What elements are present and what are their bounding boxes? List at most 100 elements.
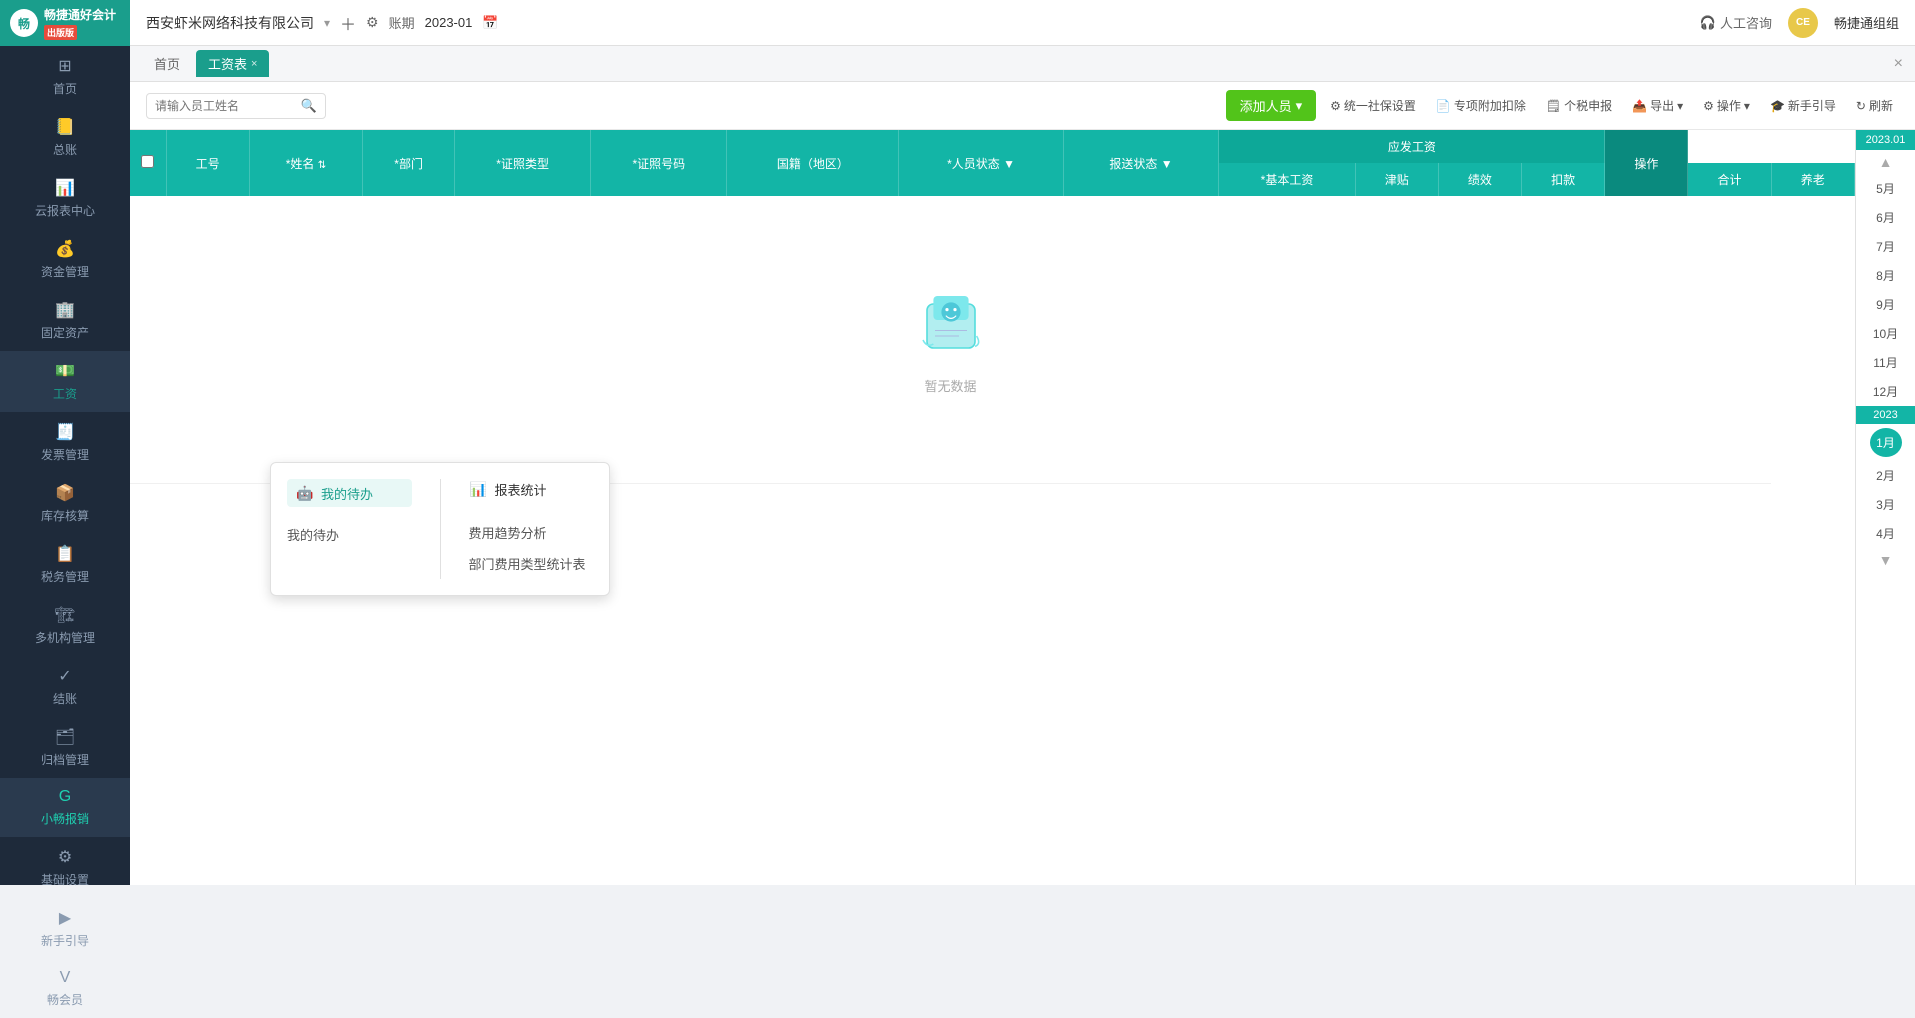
operations-chevron: ▾ [1744,99,1750,113]
sidebar-item-salary[interactable]: 💵 工资 [0,351,130,412]
cal-month-11[interactable]: 11月 [1856,348,1915,377]
multi-icon: 🏗 [55,605,75,625]
add-company-icon[interactable]: ＋ [340,11,356,35]
sidebar-item-assets[interactable]: 🏢 固定资产 [0,290,130,351]
social-security-button[interactable]: ⚙ 统一社保设置 [1324,93,1422,118]
th-base-salary: *基本工资 [1219,163,1355,196]
sidebar-item-tax[interactable]: 📋 税务管理 [0,534,130,595]
popup-item-todo[interactable]: 我的待办 [287,519,412,550]
tax-return-button[interactable]: 🗒 个税申报 [1540,93,1618,118]
th-allowance: 津贴 [1355,163,1438,196]
sidebar-item-archive[interactable]: 🗂 归档管理 [0,717,130,778]
refresh-button[interactable]: ↻ 刷新 [1850,93,1899,118]
sidebar-item-closing[interactable]: ✓ 结账 [0,656,130,717]
salary-label: 工资 [53,385,77,402]
headset-icon: 🎧 [1700,15,1716,31]
main-content: 西安虾米网络科技有限公司 ▾ ＋ ⚙ 账期 2023-01 📅 🎧 人工咨询 C… [130,0,1915,885]
cal-prev-icon[interactable]: ▲ [1856,150,1915,174]
sidebar-item-home[interactable]: ⊞ 首页 [0,46,130,107]
sidebar-item-invoice[interactable]: 🧾 发票管理 [0,412,130,473]
sidebar-item-member[interactable]: V 畅会员 [0,959,130,1018]
reports-icon: 📊 [55,178,75,198]
cal-month-5[interactable]: 5月 [1856,174,1915,203]
cal-month-3[interactable]: 3月 [1856,490,1915,519]
multi-label: 多机构管理 [35,629,95,646]
popup-item-dept-cost[interactable]: 部门费用类型统计表 [469,548,594,579]
th-report-status[interactable]: 报送状态 ▼ [1063,130,1219,196]
company-name: 西安虾米网络科技有限公司 [146,13,314,33]
cal-month-10[interactable]: 10月 [1856,319,1915,348]
archive-label: 归档管理 [41,751,89,768]
cal-month-6[interactable]: 6月 [1856,203,1915,232]
popup-item-cost-trend[interactable]: 费用趋势分析 [469,517,594,548]
refresh-icon: ↻ [1856,99,1866,113]
th-name[interactable]: *姓名 ⇅ [249,130,363,196]
sidebar-item-funds[interactable]: 💰 资金管理 [0,229,130,290]
popup-overlay: 🤖 我的待办 我的待办 📊 报表统计 费用趋势分析 部门费用类型统计表 [270,462,610,596]
th-id-type: *证照类型 [455,130,591,196]
popup-todo-title[interactable]: 🤖 我的待办 [287,479,412,507]
sidebar-item-ledger[interactable]: 📒 总账 [0,107,130,168]
cal-month-2[interactable]: 2月 [1856,461,1915,490]
cal-month-8[interactable]: 8月 [1856,261,1915,290]
support-label: 人工咨询 [1720,13,1772,32]
search-input[interactable] [155,99,295,113]
add-person-button[interactable]: 添加人员 ▾ [1226,90,1317,121]
company-dropdown-icon[interactable]: ▾ [324,16,330,30]
social-security-icon: ⚙ [1330,99,1341,113]
xiaochang-label: 小畅报销 [41,810,89,827]
cal-month-1[interactable]: 1月 [1870,428,1902,457]
add-person-chevron: ▾ [1296,98,1303,114]
th-id-number: *证照号码 [591,130,727,196]
tab-home-label: 首页 [154,54,180,73]
tab-close-icon[interactable]: × [251,58,257,70]
app-logo: 畅 畅捷通好会计 出版版 [0,0,130,46]
th-status[interactable]: *人员状态 ▼ [899,130,1063,196]
assets-icon: 🏢 [55,300,75,320]
tabbar: 首页 工资表 × × [130,46,1915,82]
th-nationality: 国籍（地区） [727,130,899,196]
ledger-label: 总账 [53,141,77,158]
export-chevron: ▾ [1677,99,1683,113]
cal-next-icon[interactable]: ▼ [1856,548,1915,572]
cal-month-12[interactable]: 12月 [1856,377,1915,406]
inventory-icon: 📦 [55,483,75,503]
popup-reports-title[interactable]: 📊 报表统计 [469,479,594,505]
funds-icon: 💰 [55,239,75,259]
operations-label: 操作 [1717,97,1741,114]
assets-label: 固定资产 [41,324,89,341]
topbar: 西安虾米网络科技有限公司 ▾ ＋ ⚙ 账期 2023-01 📅 🎧 人工咨询 C… [130,0,1915,46]
sidebar-item-basic[interactable]: ⚙ 基础设置 [0,837,130,898]
tab-salary-table[interactable]: 工资表 × [196,50,269,77]
settings-icon[interactable]: ⚙ [366,14,379,31]
special-deduct-button[interactable]: 📄 专项附加扣除 [1430,93,1532,118]
reports-label: 云报表中心 [35,202,95,219]
close-tab-icon[interactable]: × [1894,55,1903,73]
cal-year-badge: 2023 [1856,406,1915,424]
popup-section-reports: 📊 报表统计 费用趋势分析 部门费用类型统计表 [469,479,594,579]
export-button[interactable]: 📤 导出 ▾ [1626,93,1689,118]
xiaochang-icon: G [59,788,71,806]
sidebar: 畅 畅捷通好会计 出版版 ⊞ 首页 📒 总账 📊 云报表中心 💰 资金管理 🏢 … [0,0,130,885]
select-all-checkbox[interactable] [141,155,154,168]
search-box[interactable]: 🔍 [146,93,326,119]
cal-month-4[interactable]: 4月 [1856,519,1915,548]
calendar-icon[interactable]: 📅 [482,15,498,31]
home-icon: ⊞ [58,56,71,76]
toolbar: 🔍 添加人员 ▾ ⚙ 统一社保设置 📄 专项附加扣除 🗒 个税申报 [130,82,1915,130]
sidebar-item-guide[interactable]: ▶ 新手引导 [0,898,130,959]
cal-month-9[interactable]: 9月 [1856,290,1915,319]
cal-month-7[interactable]: 7月 [1856,232,1915,261]
operations-icon: ⚙ [1703,99,1714,113]
guide-button[interactable]: 🎓 新手引导 [1764,93,1842,118]
checkbox-header[interactable] [130,130,166,196]
sidebar-item-xiaochang[interactable]: G 小畅报销 [0,778,130,837]
home-label: 首页 [53,80,77,97]
support-button[interactable]: 🎧 人工咨询 [1700,13,1772,32]
operations-button[interactable]: ⚙ 操作 ▾ [1697,93,1756,118]
sidebar-item-reports[interactable]: 📊 云报表中心 [0,168,130,229]
sidebar-item-inventory[interactable]: 📦 库存核算 [0,473,130,534]
sidebar-item-multi[interactable]: 🏗 多机构管理 [0,595,130,656]
tab-home[interactable]: 首页 [142,50,192,77]
basic-icon: ⚙ [58,847,72,867]
